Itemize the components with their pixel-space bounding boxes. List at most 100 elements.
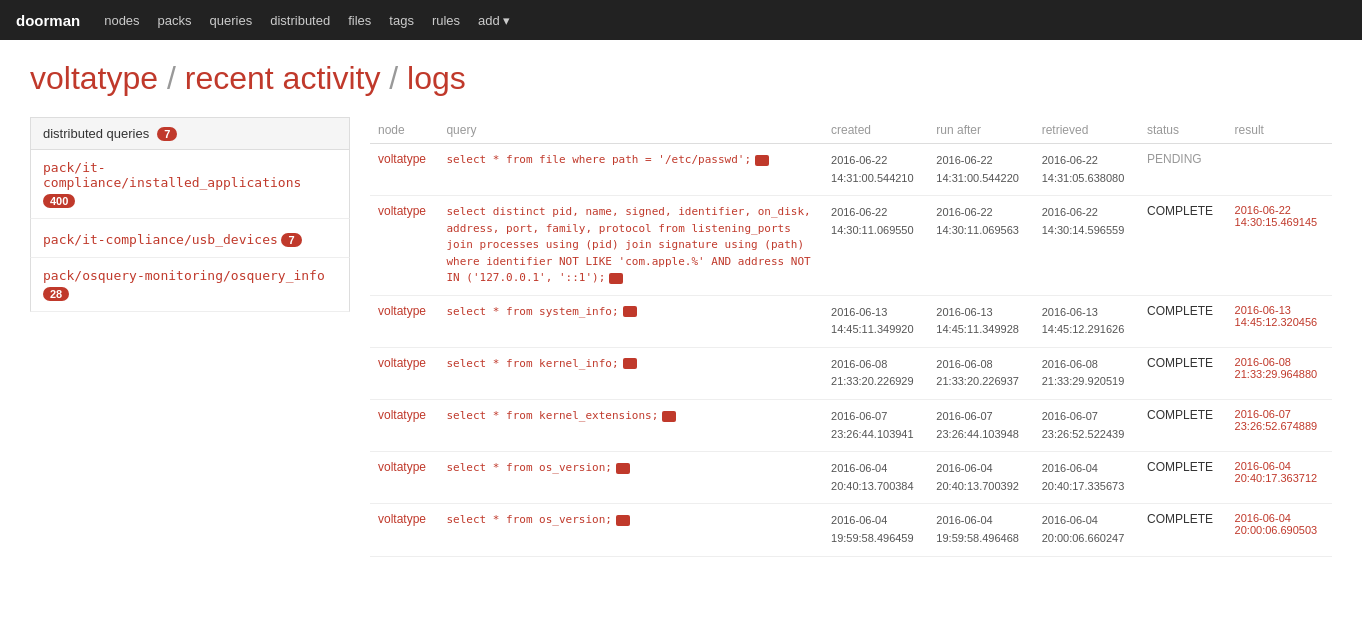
nav-packs[interactable]: packs [158, 13, 192, 28]
cell-status: COMPLETE [1139, 295, 1227, 347]
col-run-after: run after [928, 117, 1033, 144]
table-icon[interactable] [616, 515, 630, 526]
cell-retrieved: 2016-06-2214:30:14.596559 [1034, 196, 1139, 296]
cell-run-after: 2016-06-0420:40:13.700392 [928, 452, 1033, 504]
table-icon[interactable] [609, 273, 623, 284]
sidebar-item-osquery-info-link[interactable]: pack/osquery-monitoring/osquery_info [43, 268, 325, 283]
cell-node[interactable]: voltatype [370, 504, 438, 556]
cell-node[interactable]: voltatype [370, 295, 438, 347]
cell-run-after: 2016-06-2214:31:00.544220 [928, 144, 1033, 196]
nav-queries[interactable]: queries [210, 13, 253, 28]
cell-retrieved: 2016-06-0420:00:06.660247 [1034, 504, 1139, 556]
cell-query: select * from file where path = '/etc/pa… [438, 144, 823, 196]
cell-retrieved: 2016-06-0821:33:29.920519 [1034, 347, 1139, 399]
table-icon[interactable] [755, 155, 769, 166]
cell-retrieved: 2016-06-1314:45:12.291626 [1034, 295, 1139, 347]
nav-nodes[interactable]: nodes [104, 13, 139, 28]
cell-run-after: 2016-06-2214:30:11.069563 [928, 196, 1033, 296]
col-node: node [370, 117, 438, 144]
nav-add[interactable]: add [478, 13, 510, 28]
table-icon[interactable] [623, 306, 637, 317]
logs-table: node query created run after retrieved s… [370, 117, 1332, 557]
cell-result[interactable]: 2016-06-0420:40:17.363712 [1227, 452, 1332, 504]
breadcrumb-part3: logs [407, 60, 466, 96]
col-retrieved: retrieved [1034, 117, 1139, 144]
sidebar-item-usb-devices[interactable]: pack/it-compliance/usb_devices 7 [30, 219, 350, 258]
navbar: doorman nodes packs queries distributed … [0, 0, 1362, 40]
cell-result[interactable]: 2016-06-0821:33:29.964880 [1227, 347, 1332, 399]
cell-created: 2016-06-0419:59:58.496459 [823, 504, 928, 556]
table-row: voltatypeselect * from system_info; 2016-… [370, 295, 1332, 347]
cell-retrieved: 2016-06-0420:40:17.335673 [1034, 452, 1139, 504]
cell-query: select * from os_version; [438, 504, 823, 556]
nav-distributed[interactable]: distributed [270, 13, 330, 28]
cell-status: COMPLETE [1139, 196, 1227, 296]
cell-run-after: 2016-06-1314:45:11.349928 [928, 295, 1033, 347]
nav-rules[interactable]: rules [432, 13, 460, 28]
content-area: distributed queries 7 pack/it-compliance… [30, 117, 1332, 557]
nav-brand[interactable]: doorman [16, 12, 80, 29]
cell-run-after: 2016-06-0419:59:58.496468 [928, 504, 1033, 556]
nav-files[interactable]: files [348, 13, 371, 28]
table-row: voltatypeselect * from os_version;2016-0… [370, 504, 1332, 556]
table-row: voltatypeselect * from kernel_info;2016-… [370, 347, 1332, 399]
cell-created: 2016-06-0420:40:13.700384 [823, 452, 928, 504]
cell-result [1227, 144, 1332, 196]
cell-status: COMPLETE [1139, 400, 1227, 452]
cell-query: select * from os_version; [438, 452, 823, 504]
page-title: voltatype / recent activity / logs [30, 60, 1332, 97]
main-content: node query created run after retrieved s… [370, 117, 1332, 557]
cell-retrieved: 2016-06-0723:26:52.522439 [1034, 400, 1139, 452]
table-icon[interactable] [662, 411, 676, 422]
cell-run-after: 2016-06-0723:26:44.103948 [928, 400, 1033, 452]
cell-status: COMPLETE [1139, 452, 1227, 504]
cell-run-after: 2016-06-0821:33:20.226937 [928, 347, 1033, 399]
cell-status: COMPLETE [1139, 504, 1227, 556]
breadcrumb-part1: voltatype [30, 60, 158, 96]
cell-query: select * from kernel_info; [438, 347, 823, 399]
col-created: created [823, 117, 928, 144]
table-row: voltatypeselect * from kernel_extensions… [370, 400, 1332, 452]
sidebar-item-installed-apps-badge: 400 [43, 194, 75, 208]
table-row: voltatypeselect distinct pid, name, sign… [370, 196, 1332, 296]
sidebar-item-usb-devices-link[interactable]: pack/it-compliance/usb_devices [43, 232, 278, 247]
cell-result[interactable]: 2016-06-1314:45:12.320456 [1227, 295, 1332, 347]
table-icon[interactable] [616, 463, 630, 474]
sidebar-item-osquery-info[interactable]: pack/osquery-monitoring/osquery_info 28 [30, 258, 350, 312]
table-header-row: node query created run after retrieved s… [370, 117, 1332, 144]
breadcrumb-sep1: / [158, 60, 185, 96]
sidebar: distributed queries 7 pack/it-compliance… [30, 117, 350, 557]
nav-tags[interactable]: tags [389, 13, 414, 28]
cell-result[interactable]: 2016-06-2214:30:15.469145 [1227, 196, 1332, 296]
cell-status: PENDING [1139, 144, 1227, 196]
cell-node[interactable]: voltatype [370, 196, 438, 296]
table-row: voltatypeselect * from file where path =… [370, 144, 1332, 196]
sidebar-item-installed-apps[interactable]: pack/it-compliance/installed_application… [30, 150, 350, 219]
cell-created: 2016-06-0723:26:44.103941 [823, 400, 928, 452]
cell-created: 2016-06-2214:30:11.069550 [823, 196, 928, 296]
cell-node[interactable]: voltatype [370, 144, 438, 196]
cell-created: 2016-06-2214:31:00.544210 [823, 144, 928, 196]
table-icon[interactable] [623, 358, 637, 369]
cell-result[interactable]: 2016-06-0723:26:52.674889 [1227, 400, 1332, 452]
sidebar-section-badge: 7 [157, 127, 177, 141]
cell-node[interactable]: voltatype [370, 400, 438, 452]
col-query: query [438, 117, 823, 144]
sidebar-section-label: distributed queries [43, 126, 149, 141]
cell-query: select * from system_info; [438, 295, 823, 347]
breadcrumb-sep2: / [380, 60, 407, 96]
sidebar-item-osquery-info-badge: 28 [43, 287, 69, 301]
cell-query: select distinct pid, name, signed, ident… [438, 196, 823, 296]
cell-retrieved: 2016-06-2214:31:05.638080 [1034, 144, 1139, 196]
cell-node[interactable]: voltatype [370, 452, 438, 504]
sidebar-section-title: distributed queries 7 [30, 117, 350, 150]
col-result: result [1227, 117, 1332, 144]
cell-created: 2016-06-0821:33:20.226929 [823, 347, 928, 399]
breadcrumb-part2: recent activity [185, 60, 381, 96]
cell-status: COMPLETE [1139, 347, 1227, 399]
cell-node[interactable]: voltatype [370, 347, 438, 399]
sidebar-item-installed-apps-link[interactable]: pack/it-compliance/installed_application… [43, 160, 301, 190]
cell-result[interactable]: 2016-06-0420:00:06.690503 [1227, 504, 1332, 556]
col-status: status [1139, 117, 1227, 144]
page: voltatype / recent activity / logs distr… [0, 40, 1362, 577]
